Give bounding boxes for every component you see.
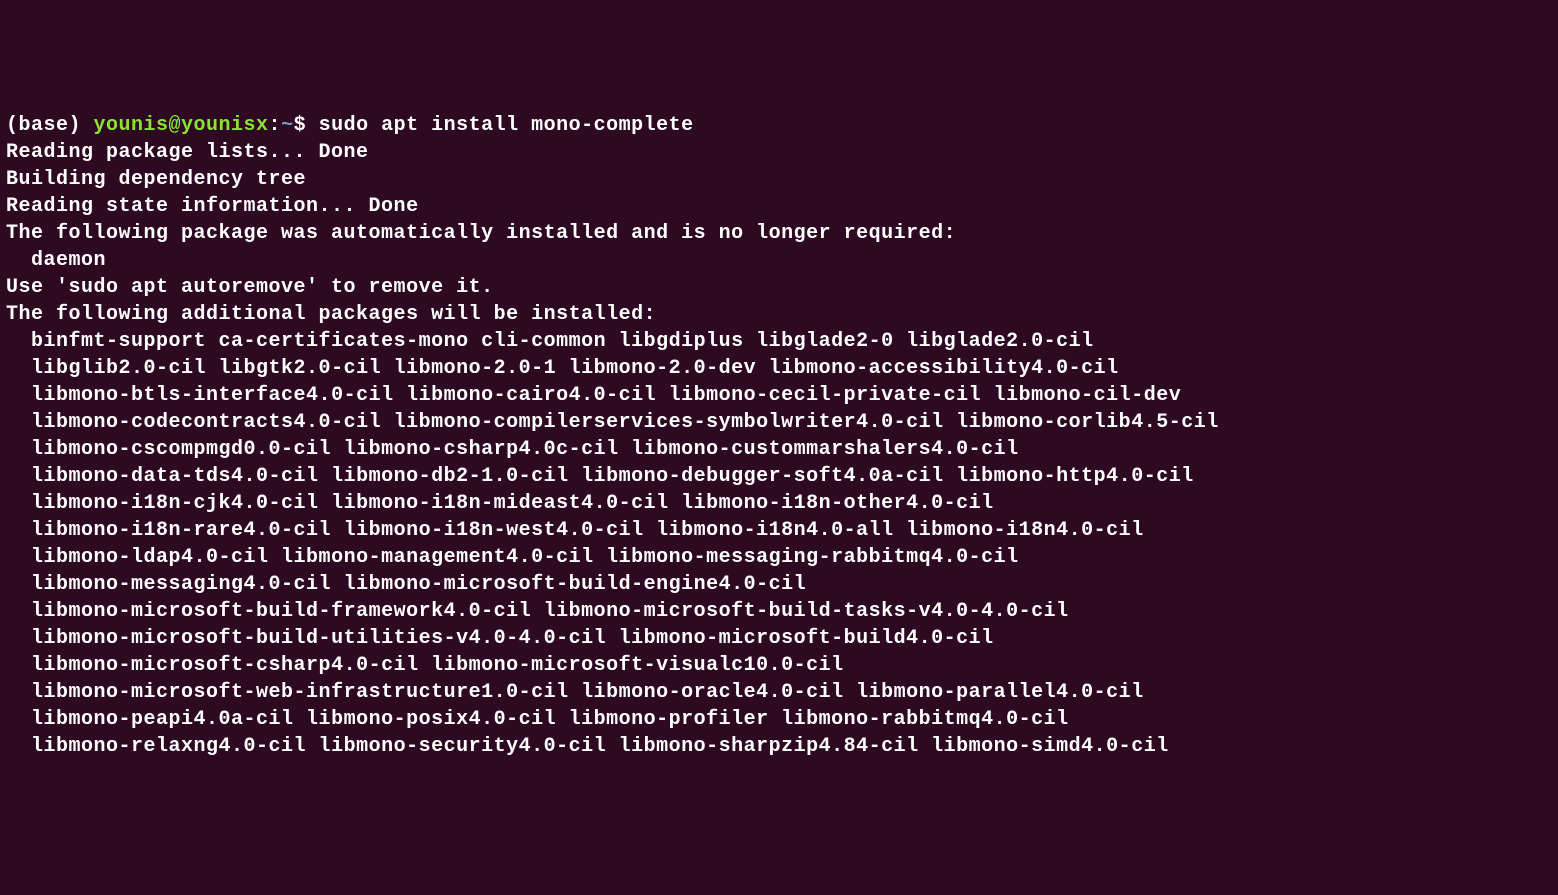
package-list-line: libmono-microsoft-web-infrastructure1.0-… <box>6 681 1144 704</box>
package-list-line: libmono-i18n-rare4.0-cil libmono-i18n-we… <box>6 519 1144 542</box>
prompt-line: (base) younis@younisx:~$ sudo apt instal… <box>6 114 694 137</box>
package-list-line: libmono-codecontracts4.0-cil libmono-com… <box>6 411 1219 434</box>
package-list-line: libmono-i18n-cjk4.0-cil libmono-i18n-mid… <box>6 492 994 515</box>
package-list-line: libmono-relaxng4.0-cil libmono-security4… <box>6 735 1169 758</box>
package-list-line: libmono-microsoft-csharp4.0-cil libmono-… <box>6 654 844 677</box>
package-list-line: libmono-ldap4.0-cil libmono-management4.… <box>6 546 1019 569</box>
output-line: Reading package lists... Done <box>6 141 369 164</box>
package-list-line: binfmt-support ca-certificates-mono cli-… <box>6 330 1094 353</box>
package-list-line: libmono-microsoft-build-framework4.0-cil… <box>6 600 1069 623</box>
package-list-line: libmono-peapi4.0a-cil libmono-posix4.0-c… <box>6 708 1069 731</box>
prompt-path: ~ <box>281 114 294 137</box>
command-text: sudo apt install mono-complete <box>319 114 694 137</box>
package-list-line: libmono-microsoft-build-utilities-v4.0-4… <box>6 627 994 650</box>
prompt-env: (base) <box>6 114 94 137</box>
terminal-output[interactable]: (base) younis@younisx:~$ sudo apt instal… <box>6 112 1552 760</box>
package-list-line: libmono-btls-interface4.0-cil libmono-ca… <box>6 384 1181 407</box>
prompt-dollar: $ <box>294 114 319 137</box>
prompt-user: younis@younisx <box>94 114 269 137</box>
package-list-line: libmono-cscompmgd0.0-cil libmono-csharp4… <box>6 438 1019 461</box>
output-line: daemon <box>6 249 106 272</box>
package-list-line: libmono-data-tds4.0-cil libmono-db2-1.0-… <box>6 465 1194 488</box>
output-line: Building dependency tree <box>6 168 306 191</box>
output-line: Use 'sudo apt autoremove' to remove it. <box>6 276 494 299</box>
output-line: The following package was automatically … <box>6 222 956 245</box>
prompt-colon: : <box>269 114 282 137</box>
output-line: The following additional packages will b… <box>6 303 656 326</box>
output-line: Reading state information... Done <box>6 195 419 218</box>
package-list-line: libmono-messaging4.0-cil libmono-microso… <box>6 573 806 596</box>
package-list-line: libglib2.0-cil libgtk2.0-cil libmono-2.0… <box>6 357 1119 380</box>
